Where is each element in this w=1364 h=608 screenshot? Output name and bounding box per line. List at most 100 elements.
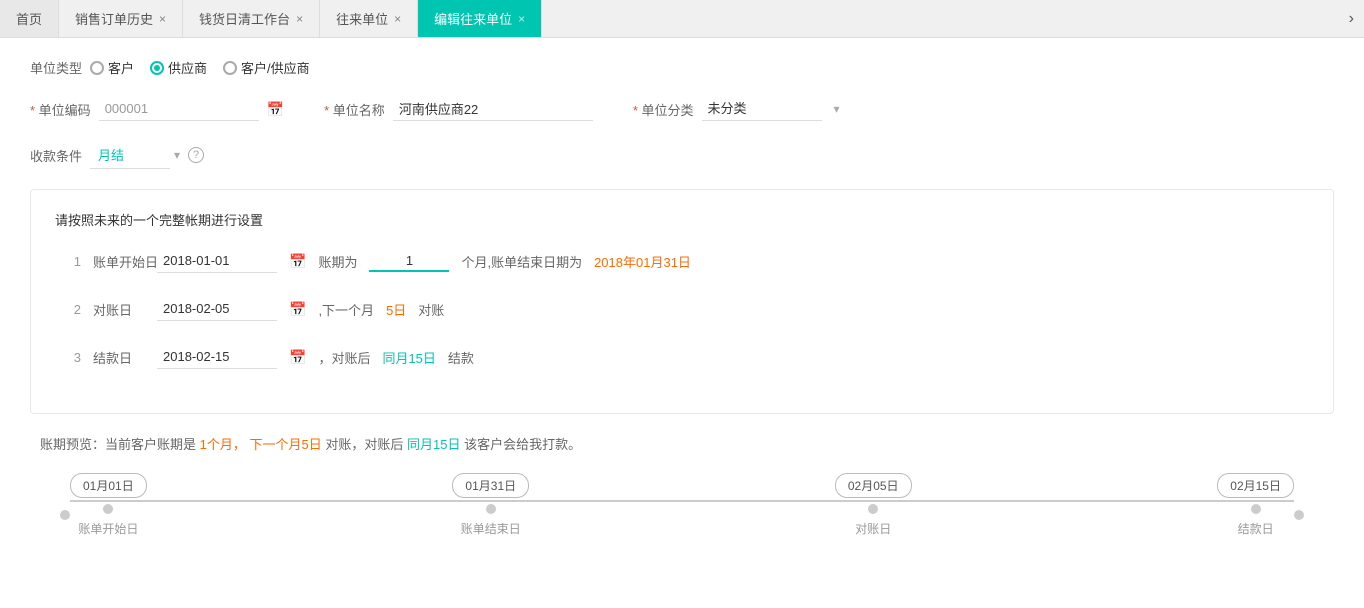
tab-more-icon: ›	[1349, 10, 1354, 28]
preview-part1: 1个月，	[200, 437, 246, 452]
payment-field: 收款条件 月结 ▾ ?	[30, 141, 204, 169]
radio-both-label: 客户/供应商	[241, 58, 310, 77]
unit-code-field: 单位编码 📅	[30, 97, 284, 121]
unit-code-input[interactable]	[99, 97, 259, 121]
period-row-2-num: 2	[65, 302, 81, 317]
timeline-wrapper: 01月01日 账单开始日 01月31日 账单结束日 02月05日 对账	[60, 473, 1304, 537]
unit-name-input[interactable]	[393, 97, 593, 121]
radio-supplier-label: 供应商	[168, 58, 207, 77]
period-row-3-desc-suffix: 结款	[448, 348, 474, 367]
period-row-3: 3 结款日 📅 ，对账后 同月15日 结款	[55, 345, 1309, 369]
timeline-label-2: 账单结束日	[461, 520, 521, 537]
tab-cash-work-label: 钱货日清工作台	[199, 9, 290, 28]
unit-category-arrow-icon: ▾	[833, 102, 839, 116]
timeline-left-dot	[60, 510, 70, 520]
tab-edit-partner[interactable]: 编辑往来单位 ×	[418, 0, 542, 37]
preview-part4: 同月15日	[407, 437, 460, 452]
tab-partner-units[interactable]: 往来单位 ×	[320, 0, 418, 37]
payment-row: 收款条件 月结 ▾ ?	[30, 141, 1334, 169]
period-row-3-desc-num: 同月15日	[382, 348, 435, 367]
period-row-2-date-input[interactable]	[157, 297, 277, 321]
timeline-inner: 01月01日 账单开始日 01月31日 账单结束日 02月05日 对账	[70, 473, 1294, 537]
preview-part5: 该客户会给我打款。	[464, 437, 581, 452]
unit-code-calendar-icon[interactable]: 📅	[267, 101, 284, 118]
period-row-1: 1 账单开始日 📅 账期为 个月,账单结束日期为 2018年01月31日	[55, 249, 1309, 273]
radio-customer-circle	[90, 61, 104, 75]
period-row-2-desc-suffix: 对账	[418, 300, 444, 319]
tab-more-button[interactable]: ›	[1339, 0, 1364, 37]
timeline-label-4: 结款日	[1238, 520, 1274, 537]
code-name-category-row: 单位编码 📅 单位名称 单位分类 未分类 ▾	[30, 97, 1334, 121]
timeline-badge-4: 02月15日	[1217, 473, 1294, 498]
close-partner-units-icon[interactable]: ×	[394, 12, 401, 26]
tab-edit-partner-label: 编辑往来单位	[434, 9, 512, 28]
unit-category-select[interactable]: 未分类	[702, 97, 822, 121]
timeline-point-2: 01月31日 账单结束日	[452, 473, 529, 537]
timeline-label-1: 账单开始日	[78, 520, 138, 537]
payment-label: 收款条件	[30, 146, 82, 165]
close-sales-history-icon[interactable]: ×	[159, 12, 166, 26]
tab-sales-history-label: 销售订单历史	[75, 9, 153, 28]
timeline-section: 01月01日 账单开始日 01月31日 账单结束日 02月05日 对账	[30, 473, 1334, 537]
unit-name-field: 单位名称	[324, 97, 593, 121]
timeline-points: 01月01日 账单开始日 01月31日 账单结束日 02月05日 对账	[70, 473, 1294, 537]
radio-both-circle	[223, 61, 237, 75]
radio-customer-label: 客户	[108, 58, 134, 77]
tab-cash-work[interactable]: 钱货日清工作台 ×	[183, 0, 320, 37]
period-row-3-desc-prefix: ，对账后	[318, 348, 370, 367]
period-title: 请按照未来的一个完整帐期进行设置	[55, 210, 1309, 229]
period-row-3-calendar-icon[interactable]: 📅	[289, 349, 306, 366]
period-row-2-desc-num: 5日	[386, 300, 406, 319]
unit-name-label: 单位名称	[324, 100, 385, 119]
close-cash-work-icon[interactable]: ×	[296, 12, 303, 26]
close-edit-partner-icon[interactable]: ×	[518, 12, 525, 26]
payment-dropdown-group: 月结 ▾	[90, 141, 180, 169]
period-row-1-desc-prefix: 个月,账单结束日期为	[461, 252, 582, 271]
period-row-2-desc-prefix: ,下一个月	[318, 300, 374, 319]
timeline-dot-2	[486, 504, 496, 514]
period-row-1-calendar-icon[interactable]: 📅	[289, 253, 306, 270]
timeline-dot-1	[103, 504, 113, 514]
period-row-2-calendar-icon[interactable]: 📅	[289, 301, 306, 318]
unit-category-label: 单位分类	[633, 100, 694, 119]
payment-value[interactable]: 月结	[90, 141, 170, 169]
preview-label: 账期预览：当前客户账期是	[40, 437, 196, 452]
timeline-dot-4	[1251, 504, 1261, 514]
radio-group: 客户 供应商 客户/供应商	[90, 58, 310, 77]
tab-sales-history[interactable]: 销售订单历史 ×	[59, 0, 183, 37]
unit-type-label: 单位类型	[30, 58, 82, 77]
unit-category-field: 单位分类 未分类 ▾	[633, 97, 842, 121]
tab-home[interactable]: 首页	[0, 0, 59, 37]
unit-type-field: 单位类型 客户 供应商 客户/供应商	[30, 58, 310, 77]
main-content: 单位类型 客户 供应商 客户/供应商 单位编码 📅	[0, 38, 1364, 608]
radio-supplier[interactable]: 供应商	[150, 58, 207, 77]
timeline-line	[70, 500, 1294, 502]
timeline-dot-3	[868, 504, 878, 514]
timeline-badge-1: 01月01日	[70, 473, 147, 498]
radio-customer[interactable]: 客户	[90, 58, 134, 77]
tab-partner-units-label: 往来单位	[336, 9, 388, 28]
period-row-2: 2 对账日 📅 ,下一个月 5日 对账	[55, 297, 1309, 321]
period-input[interactable]	[369, 251, 449, 272]
timeline-badge-3: 02月05日	[835, 473, 912, 498]
period-row-1-date-input[interactable]	[157, 249, 277, 273]
period-row-3-num: 3	[65, 350, 81, 365]
timeline-label-3: 对账日	[855, 520, 891, 537]
period-row-3-date-input[interactable]	[157, 345, 277, 369]
preview-part2: 下一个月5日	[250, 437, 322, 452]
period-settings-box: 请按照未来的一个完整帐期进行设置 1 账单开始日 📅 账期为 个月,账单结束日期…	[30, 189, 1334, 414]
timeline-point-4: 02月15日 结款日	[1217, 473, 1294, 537]
timeline-right-dot	[1294, 510, 1304, 520]
unit-category-dropdown[interactable]: 未分类 ▾	[702, 97, 842, 121]
preview-text: 账期预览：当前客户账期是 1个月， 下一个月5日 对账，对账后 同月15日 该客…	[30, 434, 1334, 453]
payment-help-icon[interactable]: ?	[188, 147, 204, 163]
period-row-3-type: 结款日	[93, 348, 145, 367]
timeline-point-1: 01月01日 账单开始日	[70, 473, 147, 537]
payment-arrow-icon[interactable]: ▾	[174, 148, 180, 162]
tab-home-label: 首页	[16, 9, 42, 28]
preview-part3: 对账，对账后	[325, 437, 403, 452]
timeline-point-3: 02月05日 对账日	[835, 473, 912, 537]
radio-both[interactable]: 客户/供应商	[223, 58, 310, 77]
period-row-1-num: 1	[65, 254, 81, 269]
radio-supplier-circle	[150, 61, 164, 75]
